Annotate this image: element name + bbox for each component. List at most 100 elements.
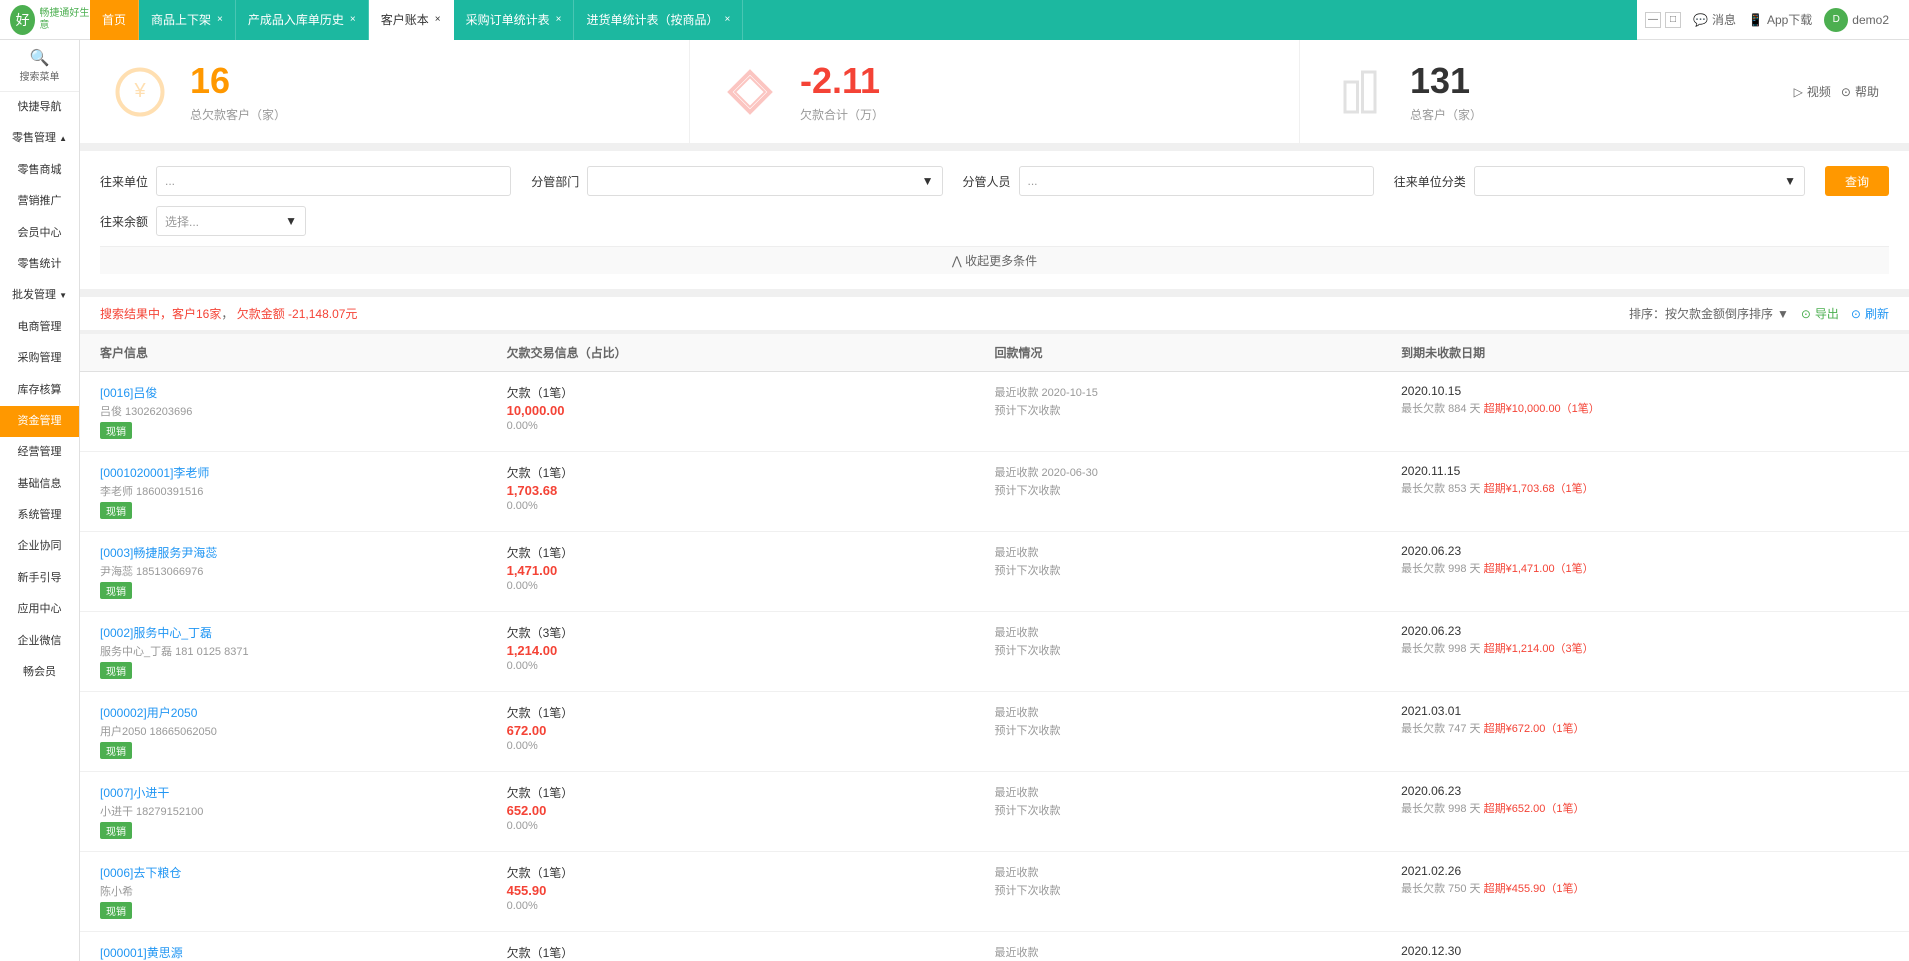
overdue-link[interactable]: 超期¥652.00（1笔） — [1484, 803, 1585, 815]
overdue-link[interactable]: 超期¥1,703.68（1笔） — [1484, 483, 1594, 495]
customer-name-link[interactable]: [0006]去下粮仓 — [100, 866, 181, 880]
sidebar-item-purchase[interactable]: 采购管理 — [0, 343, 79, 374]
tab-close-icon[interactable]: × — [724, 14, 730, 25]
sidebar-item-finance[interactable]: 资金管理 — [0, 406, 79, 437]
video-icon: ▷ — [1794, 85, 1803, 99]
sidebar-item-inventory[interactable]: 库存核算 — [0, 375, 79, 406]
overdue-link[interactable]: 超期¥1,214.00（3笔） — [1484, 643, 1594, 655]
table-row: [0007]小进干 小进干 18279152100 现销 欠款（1笔） 652.… — [80, 772, 1909, 852]
recovery-latest: 最近收款 — [995, 624, 1402, 640]
filter-select-category[interactable]: ▼ — [1474, 166, 1805, 196]
tab-close-icon[interactable]: × — [435, 14, 441, 25]
result-actions: 排序：按欠款金额倒序排序 ▼ ⊙ 导出 ⊙ 刷新 — [1629, 305, 1889, 322]
table-row: [0001020001]李老师 李老师 18600391516 现销 欠款（1笔… — [80, 452, 1909, 532]
sidebar-item-quick-nav[interactable]: 快捷导航 — [0, 92, 79, 123]
customer-info: [0002]服务中心_丁磊 服务中心_丁磊 181 0125 8371 现销 — [100, 624, 507, 679]
tab-close-icon[interactable]: × — [556, 14, 562, 25]
tab-stock-stats[interactable]: 进货单统计表（按商品） × — [574, 0, 743, 40]
filter-select-balance[interactable]: 选择... ▼ — [156, 206, 306, 236]
sidebar-item-retail-stats[interactable]: 零售统计 — [0, 249, 79, 280]
customer-name-link[interactable]: [000002]用户2050 — [100, 706, 197, 720]
overdue-link[interactable]: 超期¥672.00（1笔） — [1484, 723, 1585, 735]
sidebar-search-label[interactable]: 搜索菜单 — [0, 68, 79, 83]
sidebar-item-marketing[interactable]: 营销推广 — [0, 186, 79, 217]
customer-contact: 吕俊 13026203696 — [100, 403, 507, 419]
sidebar-item-ecommerce[interactable]: 电商管理 — [0, 312, 79, 343]
minimize-button[interactable]: — — [1645, 12, 1661, 28]
refresh-button[interactable]: ⊙ 刷新 — [1851, 305, 1889, 322]
sidebar-search[interactable]: 🔍 搜索菜单 — [0, 40, 79, 92]
recovery-next: 预计下次收款 — [995, 802, 1402, 818]
filter-input-supplier[interactable]: ... — [156, 166, 511, 196]
tab-product-listing[interactable]: 商品上下架 × — [139, 0, 236, 40]
recovery-info: 最近收款 预计下次收款 — [995, 944, 1402, 961]
customer-info: [0001020001]李老师 李老师 18600391516 现销 — [100, 464, 507, 519]
overdue-link[interactable]: 超期¥455.90（1笔） — [1484, 883, 1585, 895]
overdue-customers-label: 总欠款客户（家） — [190, 106, 286, 123]
debt-count: 欠款（1笔） — [507, 384, 995, 401]
overdue-link[interactable]: 超期¥10,000.00（1笔） — [1484, 403, 1600, 415]
sidebar-item-basic-info[interactable]: 基础信息 — [0, 469, 79, 500]
tab-product-history[interactable]: 产成品入库单历史 × — [236, 0, 369, 40]
overdue-link[interactable]: 超期¥1,471.00（1笔） — [1484, 563, 1594, 575]
yuan-icon: ¥ — [110, 62, 170, 122]
date-main: 2020.12.30 — [1401, 944, 1889, 958]
chevron-down-icon: ▼ — [922, 174, 934, 188]
app-download-button[interactable]: 📱 App下载 — [1748, 11, 1812, 28]
sidebar-item-wechat[interactable]: 企业微信 — [0, 626, 79, 657]
sidebar-item-vip[interactable]: 畅会员 — [0, 657, 79, 688]
customer-contact: 服务中心_丁磊 181 0125 8371 — [100, 643, 507, 659]
sidebar-item-wholesale-mgmt[interactable]: 批发管理 ▼ — [0, 280, 79, 311]
header-customer: 客户信息 — [100, 344, 507, 361]
collapse-button[interactable]: ⋀ 收起更多条件 — [952, 254, 1037, 268]
maximize-button[interactable]: □ — [1665, 12, 1681, 28]
customer-name-link[interactable]: [000001]黄思源 — [100, 946, 183, 960]
sidebar-item-system[interactable]: 系统管理 — [0, 500, 79, 531]
tab-close-icon[interactable]: × — [217, 14, 223, 25]
video-button[interactable]: ▷ 视频 — [1794, 83, 1831, 100]
sidebar-item-retail-mall[interactable]: 零售商城 — [0, 155, 79, 186]
tab-purchase-stats[interactable]: 采购订单统计表 × — [454, 0, 575, 40]
date-info: 2020.12.30 最长欠款 808 天 超期¥429.00（1笔） — [1401, 944, 1889, 961]
sidebar-item-app-center[interactable]: 应用中心 — [0, 594, 79, 625]
customer-name-link[interactable]: [0002]服务中心_丁磊 — [100, 626, 212, 640]
date-overdue: 最长欠款 747 天 超期¥672.00（1笔） — [1401, 720, 1889, 736]
sort-select[interactable]: 排序：按欠款金额倒序排序 ▼ — [1629, 305, 1789, 322]
filter-select-dept[interactable]: ▼ — [587, 166, 942, 196]
tabs-bar: 首页 商品上下架 × 产成品入库单历史 × 客户账本 × 采购订单统计表 × 进… — [90, 0, 1637, 40]
filter-input-person[interactable]: ... — [1019, 166, 1374, 196]
export-button[interactable]: ⊙ 导出 — [1801, 305, 1839, 322]
tab-customer-account[interactable]: 客户账本 × — [369, 0, 454, 40]
sidebar-item-newbie-guide[interactable]: 新手引导 — [0, 563, 79, 594]
total-customers-label: 总客户（家） — [1410, 106, 1482, 123]
help-button[interactable]: ⊙ 帮助 — [1841, 83, 1879, 100]
message-button[interactable]: 💬 消息 — [1693, 11, 1736, 28]
debt-percent: 0.00% — [507, 740, 995, 752]
phone-icon: 📱 — [1748, 13, 1763, 27]
debt-percent: 0.00% — [507, 660, 995, 672]
search-button[interactable]: 查询 — [1825, 166, 1889, 196]
table-header: 客户信息 欠款交易信息（占比） 回款情况 到期未收款日期 — [80, 334, 1909, 372]
sidebar-item-operations[interactable]: 经营管理 — [0, 437, 79, 468]
customer-name-link[interactable]: [0016]吕俊 — [100, 386, 157, 400]
building-icon — [1330, 62, 1390, 122]
sidebar-item-retail-mgmt[interactable]: 零售管理 ▲ — [0, 123, 79, 154]
sidebar-item-enterprise-collab[interactable]: 企业协同 — [0, 531, 79, 562]
customer-name-link[interactable]: [0007]小进干 — [100, 786, 169, 800]
tab-close-icon[interactable]: × — [350, 14, 356, 25]
date-main: 2020.06.23 — [1401, 624, 1889, 638]
debt-amount: 672.00 — [507, 723, 995, 738]
sidebar-item-member-center[interactable]: 会员中心 — [0, 218, 79, 249]
customer-name-link[interactable]: [0003]畅捷服务尹海蕊 — [100, 546, 217, 560]
debt-info: 欠款（1笔） 1,703.68 0.00% — [507, 464, 995, 512]
recovery-next: 预计下次收款 — [995, 562, 1402, 578]
user-profile[interactable]: D demo2 — [1824, 8, 1889, 32]
recovery-info: 最近收款 预计下次收款 — [995, 624, 1402, 658]
date-main: 2021.03.01 — [1401, 704, 1889, 718]
debt-count: 欠款（1笔） — [507, 704, 995, 721]
debt-info: 欠款（1笔） 455.90 0.00% — [507, 864, 995, 912]
tab-home[interactable]: 首页 — [90, 0, 139, 40]
date-main: 2020.06.23 — [1401, 784, 1889, 798]
debt-info: 欠款（1笔） 429.00 0.00% — [507, 944, 995, 961]
customer-name-link[interactable]: [0001020001]李老师 — [100, 466, 209, 480]
